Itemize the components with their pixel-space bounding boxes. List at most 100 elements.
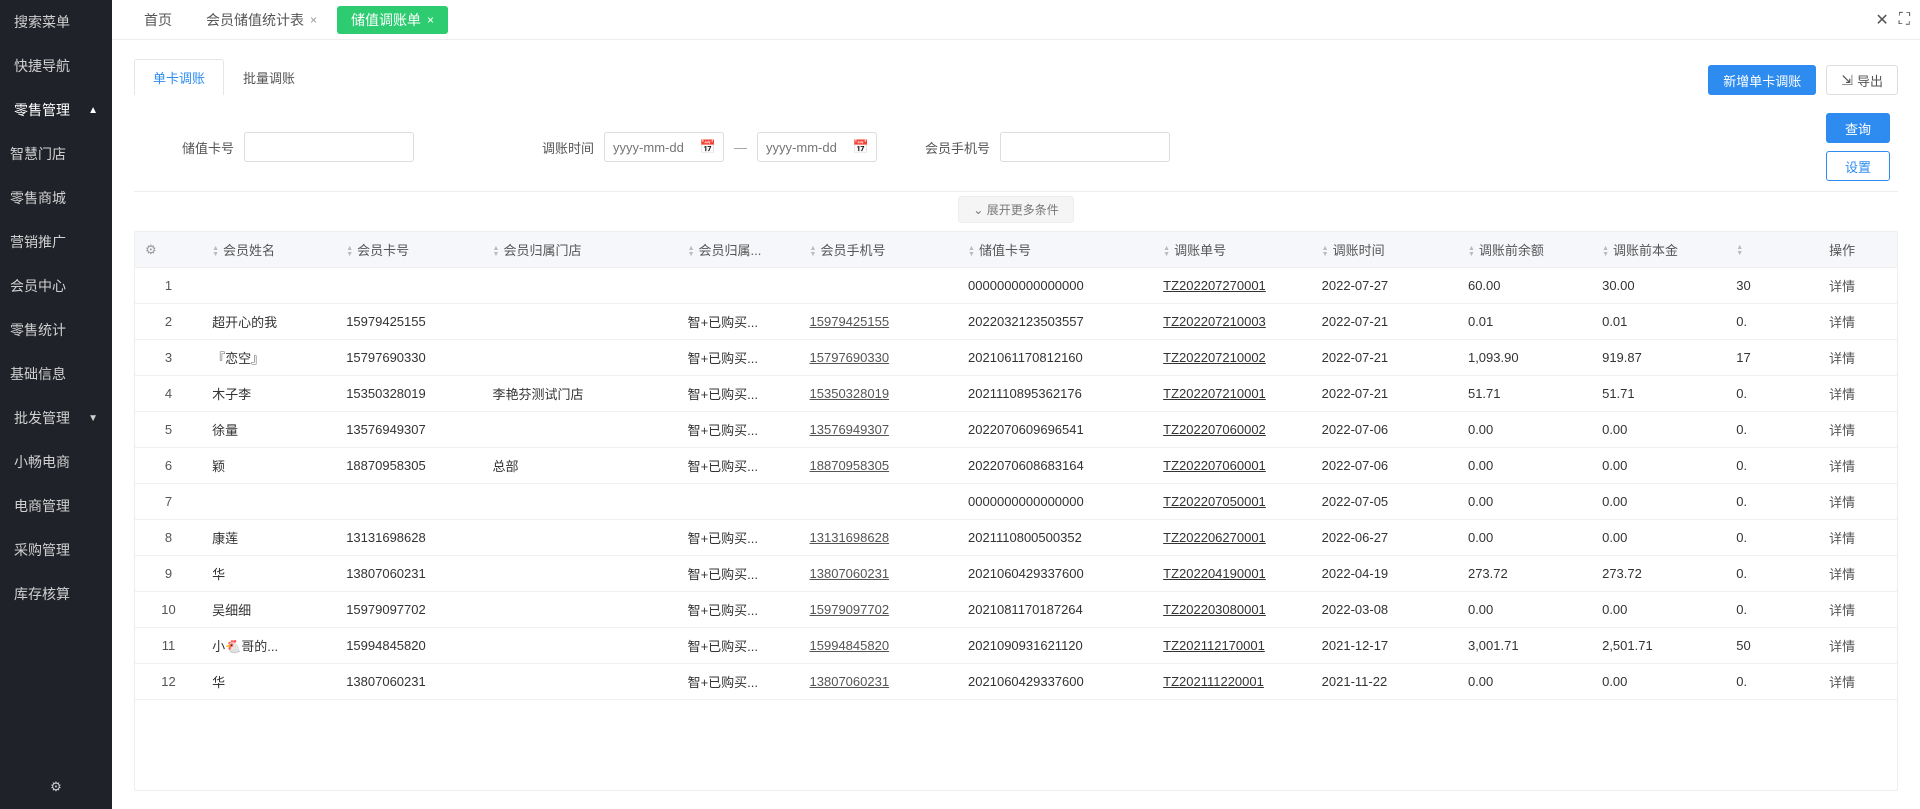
cell-reccard: 2021110800500352 — [958, 520, 1153, 556]
cell-order[interactable]: TZ202207210003 — [1153, 304, 1312, 340]
sort-icon[interactable]: ▲▼ — [1163, 246, 1170, 258]
cell-reccard: 2022032123503557 — [958, 304, 1153, 340]
sidebar-item[interactable]: 搜索菜单 — [0, 0, 112, 44]
sort-icon[interactable]: ▲▼ — [688, 246, 695, 258]
column-header[interactable]: ▲▼储值卡号 — [958, 232, 1153, 268]
settings-icon[interactable]: ⚙ — [0, 765, 112, 809]
detail-link[interactable]: 详情 — [1829, 675, 1855, 690]
sidebar-subitem[interactable]: 零售统计 — [0, 308, 112, 352]
cell-order[interactable]: TZ202207210001 — [1153, 376, 1312, 412]
sidebar-item[interactable]: 小畅电商 — [0, 440, 112, 484]
cell-order[interactable]: TZ202111220001 — [1153, 664, 1312, 700]
expand-filters-button[interactable]: ⌄ 展开更多条件 — [958, 196, 1073, 223]
sidebar-subitem[interactable]: 零售商城 — [0, 176, 112, 220]
sidebar-subitem[interactable]: 营销推广 — [0, 220, 112, 264]
card-number-input[interactable] — [244, 132, 414, 162]
tab[interactable]: 储值调账单× — [337, 6, 448, 34]
tab[interactable]: 会员储值统计表× — [192, 6, 331, 34]
sidebar-item[interactable]: 快捷导航 — [0, 44, 112, 88]
column-header[interactable]: ▲▼调账前余额 — [1458, 232, 1592, 268]
detail-link[interactable]: 详情 — [1829, 495, 1855, 510]
table-row: 5徐量13576949307智+已购买...135769493072022070… — [135, 412, 1897, 448]
sidebar-subitem[interactable]: 会员中心 — [0, 264, 112, 308]
close-icon[interactable]: × — [310, 13, 317, 27]
column-header-op: 操作 — [1787, 232, 1897, 268]
cell-order[interactable]: TZ202206270001 — [1153, 520, 1312, 556]
detail-link[interactable]: 详情 — [1829, 639, 1855, 654]
sort-icon[interactable]: ▲▼ — [212, 246, 219, 258]
cell-card: 15350328019 — [336, 376, 482, 412]
cell-order[interactable]: TZ202207060002 — [1153, 412, 1312, 448]
detail-link[interactable]: 详情 — [1829, 567, 1855, 582]
phone-input[interactable] — [1000, 132, 1170, 162]
tab[interactable]: 首页 — [130, 6, 186, 34]
cell-phone[interactable]: 15797690330 — [800, 340, 959, 376]
cell-principal: 919.87 — [1592, 340, 1726, 376]
column-header[interactable]: ▲▼会员归属门店 — [483, 232, 678, 268]
column-header[interactable]: ▲▼调账前本金 — [1592, 232, 1726, 268]
cell-order[interactable]: TZ202204190001 — [1153, 556, 1312, 592]
detail-link[interactable]: 详情 — [1829, 459, 1855, 474]
sidebar-item[interactable]: 零售管理▲ — [0, 88, 112, 132]
sidebar-item[interactable]: 电商管理 — [0, 484, 112, 528]
add-single-card-button[interactable]: 新增单卡调账 — [1708, 65, 1816, 95]
cell-phone[interactable]: 15350328019 — [800, 376, 959, 412]
column-header[interactable]: ▲▼ — [1726, 232, 1787, 268]
sort-icon[interactable]: ▲▼ — [493, 246, 500, 258]
sidebar-item[interactable]: 采购管理 — [0, 528, 112, 572]
cell-order[interactable]: TZ202207060001 — [1153, 448, 1312, 484]
date-from-input[interactable] — [604, 132, 724, 162]
column-header[interactable]: ▲▼会员姓名 — [202, 232, 336, 268]
cell-order[interactable]: TZ202207270001 — [1153, 268, 1312, 304]
detail-link[interactable]: 详情 — [1829, 315, 1855, 330]
sort-icon[interactable]: ▲▼ — [1736, 245, 1743, 257]
cell-phone[interactable]: 13131698628 — [800, 520, 959, 556]
close-icon[interactable]: × — [427, 13, 434, 27]
sidebar-item[interactable]: 批发管理▼ — [0, 396, 112, 440]
cell-phone[interactable]: 13807060231 — [800, 556, 959, 592]
fullscreen-icon[interactable]: ⛶ — [1899, 11, 1910, 29]
column-header[interactable]: ▲▼调账单号 — [1153, 232, 1312, 268]
sort-icon[interactable]: ▲▼ — [810, 246, 817, 258]
cell-name: 华 — [202, 664, 336, 700]
cell-order[interactable]: TZ202207210002 — [1153, 340, 1312, 376]
sort-icon[interactable]: ▲▼ — [1602, 246, 1609, 258]
cell-phone[interactable]: 13807060231 — [800, 664, 959, 700]
sidebar-subitem[interactable]: 智慧门店 — [0, 132, 112, 176]
date-to-input[interactable] — [757, 132, 877, 162]
caret-icon: ▼ — [88, 413, 98, 424]
query-button[interactable]: 查询 — [1826, 113, 1890, 143]
detail-link[interactable]: 详情 — [1829, 387, 1855, 402]
subtab[interactable]: 单卡调账 — [134, 59, 224, 95]
cell-phone[interactable]: 13576949307 — [800, 412, 959, 448]
gear-icon[interactable]: ⚙ — [145, 242, 157, 257]
cell-balance: 51.71 — [1458, 376, 1592, 412]
tab-close-all-icon[interactable]: ✕ — [1875, 10, 1888, 30]
sort-icon[interactable]: ▲▼ — [1322, 246, 1329, 258]
column-header[interactable]: ▲▼会员卡号 — [336, 232, 482, 268]
column-header[interactable]: ▲▼会员归属... — [678, 232, 800, 268]
subtab[interactable]: 批量调账 — [224, 59, 314, 95]
cell-order[interactable]: TZ202112170001 — [1153, 628, 1312, 664]
detail-link[interactable]: 详情 — [1829, 423, 1855, 438]
detail-link[interactable]: 详情 — [1829, 531, 1855, 546]
settings-button[interactable]: 设置 — [1826, 151, 1890, 181]
sidebar-item[interactable]: 库存核算 — [0, 572, 112, 616]
sidebar-subitem[interactable]: 基础信息 — [0, 352, 112, 396]
detail-link[interactable]: 详情 — [1829, 279, 1855, 294]
column-header[interactable]: ▲▼会员手机号 — [800, 232, 959, 268]
cell-phone[interactable]: 15994845820 — [800, 628, 959, 664]
detail-link[interactable]: 详情 — [1829, 351, 1855, 366]
sort-icon[interactable]: ▲▼ — [968, 246, 975, 258]
cell-phone[interactable]: 15979097702 — [800, 592, 959, 628]
cell-order[interactable]: TZ202203080001 — [1153, 592, 1312, 628]
cell-phone[interactable]: 18870958305 — [800, 448, 959, 484]
export-button[interactable]: ⇲导出 — [1826, 65, 1898, 95]
sort-icon[interactable]: ▲▼ — [1468, 246, 1475, 258]
detail-link[interactable]: 详情 — [1829, 603, 1855, 618]
cell-phone[interactable]: 15979425155 — [800, 304, 959, 340]
sort-icon[interactable]: ▲▼ — [346, 246, 353, 258]
tab-bar: 首页会员储值统计表×储值调账单× ✕ ⛶ — [112, 0, 1920, 40]
cell-order[interactable]: TZ202207050001 — [1153, 484, 1312, 520]
column-header[interactable]: ▲▼调账时间 — [1312, 232, 1458, 268]
